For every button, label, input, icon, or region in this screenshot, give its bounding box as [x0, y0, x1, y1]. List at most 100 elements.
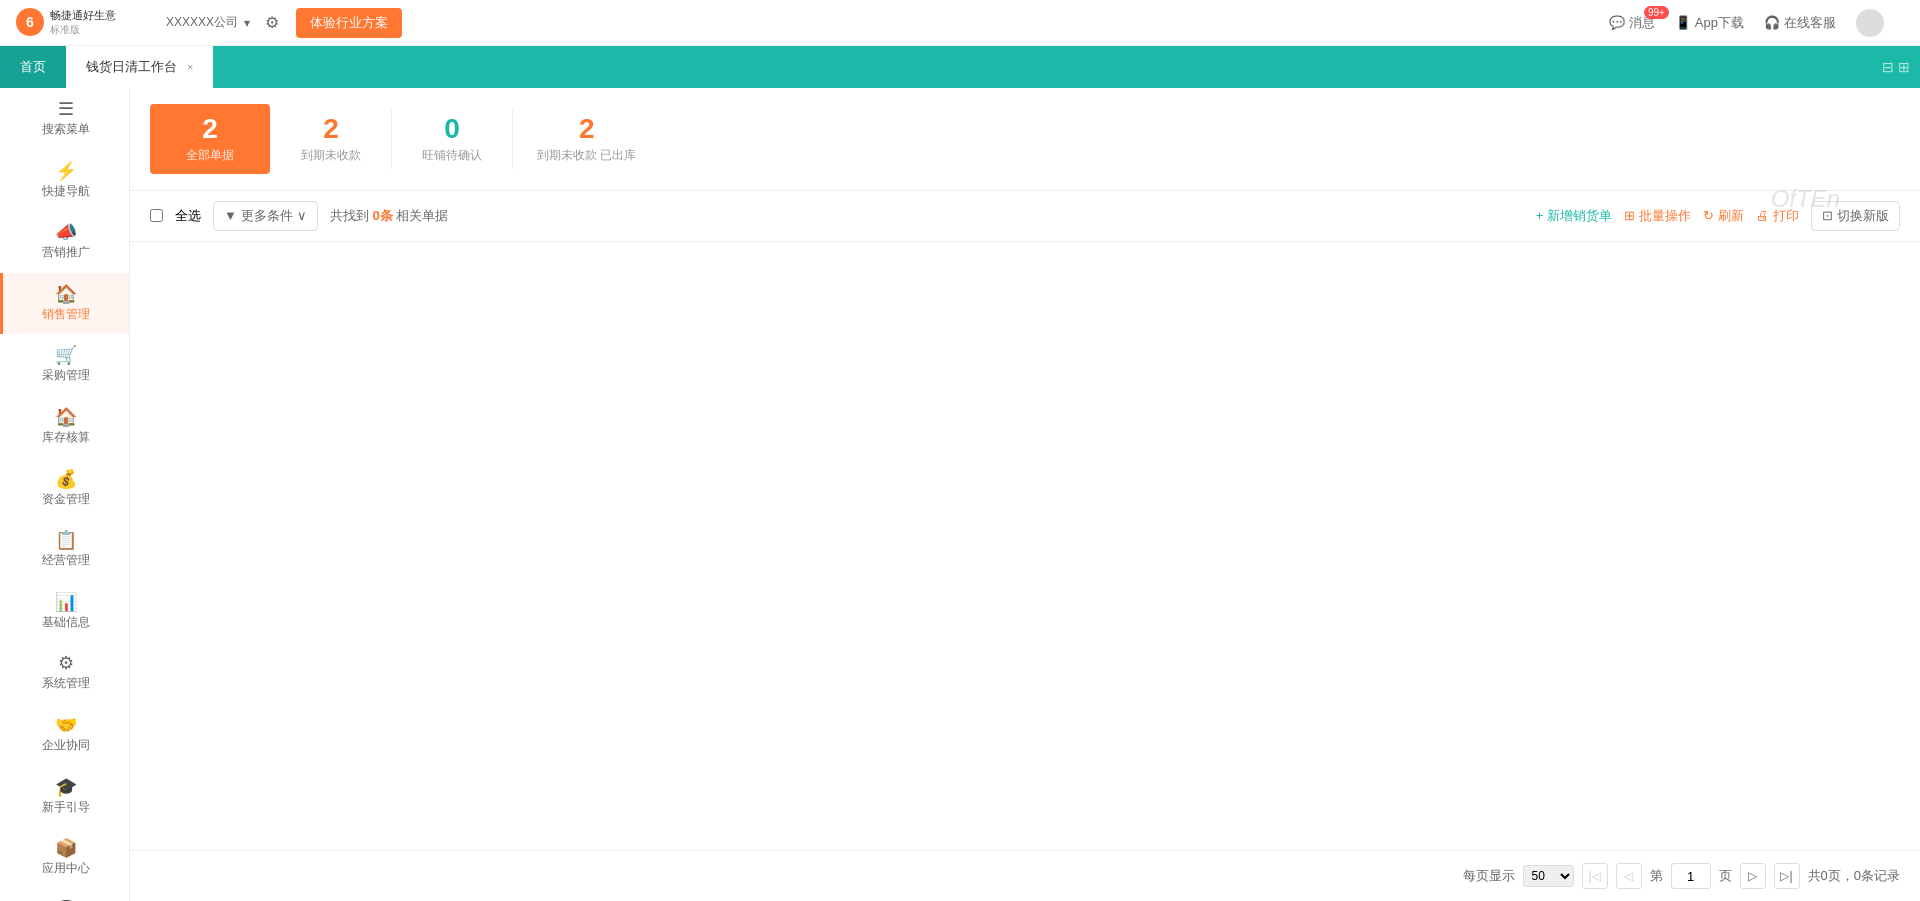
tab-active[interactable]: 钱货日清工作台 ×	[66, 46, 213, 88]
sidebar-item-sales[interactable]: 🏠 销售管理	[0, 273, 129, 335]
sidebar-item-marketing[interactable]: 📣 营销推广	[0, 211, 129, 273]
page-next-button[interactable]: ▷	[1740, 863, 1766, 889]
search-menu-icon: ☰	[58, 100, 74, 118]
logo-icon: 6	[16, 8, 44, 36]
logo-text: 畅捷通好生意 标准版	[50, 8, 116, 36]
message-badge: 99+	[1644, 6, 1669, 19]
online-service-button[interactable]: 🎧 在线客服	[1764, 14, 1836, 32]
batch-label: 批量操作	[1639, 207, 1691, 225]
sidebar-item-wechat[interactable]: 💬 企业微信	[0, 889, 129, 901]
app-icon: 📱	[1675, 15, 1691, 30]
page-first-button[interactable]: |◁	[1582, 863, 1608, 889]
tab-close-icon[interactable]: ×	[187, 61, 193, 73]
sidebar-label-capital: 资金管理	[42, 492, 90, 508]
sidebar-label-cooperation: 企业协同	[42, 738, 90, 754]
filter-button[interactable]: ▼ 更多条件 ∨	[213, 201, 318, 231]
table-area	[130, 242, 1920, 850]
batch-operation-button[interactable]: ⊞ 批量操作	[1624, 207, 1691, 225]
company-selector[interactable]: XXXXXX公司 ▾	[166, 14, 250, 31]
settings-button[interactable]: ⚙	[258, 9, 286, 37]
base-info-icon: 📊	[55, 593, 77, 611]
tab-active-label: 钱货日清工作台	[86, 58, 177, 76]
stat-label-overdue-out: 到期未收款 已出库	[537, 147, 636, 164]
sidebar-item-base-info[interactable]: 📊 基础信息	[0, 581, 129, 643]
sidebar-label-marketing: 营销推广	[42, 245, 90, 261]
sidebar-item-operations[interactable]: 📋 经营管理	[0, 519, 129, 581]
found-prefix: 共找到	[330, 208, 369, 223]
add-sale-order-button[interactable]: + 新增销货单	[1536, 207, 1612, 225]
stat-card-all[interactable]: 2 全部单据	[150, 104, 270, 174]
system-icon: ⚙	[58, 654, 74, 672]
stat-card-pending[interactable]: 0 旺铺待确认	[392, 104, 512, 174]
nav-spacer	[213, 46, 1882, 88]
stat-label-all: 全部单据	[186, 147, 234, 164]
page-input[interactable]	[1671, 863, 1711, 889]
sidebar-item-guide[interactable]: 🎓 新手引导	[0, 766, 129, 828]
refresh-button[interactable]: ↻ 刷新	[1703, 207, 1744, 225]
toolbar-right: + 新增销货单 ⊞ 批量操作 ↻ 刷新 🖨 打印 ⊡ 切换新版	[1536, 201, 1900, 231]
pagination-info: 共0页，0条记录	[1808, 867, 1900, 885]
sidebar-item-cooperation[interactable]: 🤝 企业协同	[0, 704, 129, 766]
tab-minimize-button[interactable]: ⊟	[1882, 59, 1894, 75]
sidebar-label-app-center: 应用中心	[42, 861, 90, 877]
company-dropdown-icon: ▾	[244, 16, 250, 30]
page-label-suffix: 页	[1719, 867, 1732, 885]
capital-icon: 💰	[55, 470, 77, 488]
sidebar-label-base-info: 基础信息	[42, 615, 90, 631]
tab-home[interactable]: 首页	[0, 46, 66, 88]
sidebar-item-capital[interactable]: 💰 资金管理	[0, 458, 129, 520]
sidebar-label-system: 系统管理	[42, 676, 90, 692]
found-count: 0条	[373, 208, 393, 223]
stat-num-overdue-out: 2	[579, 114, 595, 145]
tab-expand-button[interactable]: ⊞	[1898, 59, 1910, 75]
print-button[interactable]: 🖨 打印	[1756, 207, 1799, 225]
nav-tab-controls: ⊟ ⊞	[1882, 46, 1910, 88]
sidebar-item-system[interactable]: ⚙ 系统管理	[0, 642, 129, 704]
app-download-button[interactable]: 📱 App下载	[1675, 14, 1744, 32]
per-page-select[interactable]: 50 10 20 100	[1523, 865, 1574, 887]
main-layout: ☰ 搜索菜单 ⚡ 快捷导航 📣 营销推广 🏠 销售管理 🛒 采购管理 🏠 库存核…	[0, 88, 1920, 901]
print-label: 打印	[1773, 207, 1799, 225]
stat-num-all: 2	[202, 114, 218, 145]
per-page-label: 每页显示	[1463, 867, 1515, 885]
print-icon: 🖨	[1756, 208, 1769, 223]
marketing-icon: 📣	[55, 223, 77, 241]
sidebar-item-purchase[interactable]: 🛒 采购管理	[0, 334, 129, 396]
guide-icon: 🎓	[55, 778, 77, 796]
try-button[interactable]: 体验行业方案	[296, 8, 402, 38]
stat-label-overdue: 到期未收款	[301, 147, 361, 164]
filter-label: 更多条件	[241, 207, 293, 225]
sidebar-label-guide: 新手引导	[42, 800, 90, 816]
select-all-checkbox[interactable]	[150, 209, 163, 222]
filter-dropdown-icon: ∨	[297, 208, 307, 223]
switch-new-version-button[interactable]: ⊡ 切换新版	[1811, 201, 1900, 231]
filter-icon: ▼	[224, 208, 237, 223]
refresh-label: 刷新	[1718, 207, 1744, 225]
sidebar: ☰ 搜索菜单 ⚡ 快捷导航 📣 营销推广 🏠 销售管理 🛒 采购管理 🏠 库存核…	[0, 88, 130, 901]
sidebar-item-quick-nav[interactable]: ⚡ 快捷导航	[0, 150, 129, 212]
app-center-icon: 📦	[55, 839, 77, 857]
page-prev-button[interactable]: ◁	[1616, 863, 1642, 889]
app-label: App下载	[1695, 14, 1744, 32]
sidebar-item-search-menu[interactable]: ☰ 搜索菜单	[0, 88, 129, 150]
sidebar-label-inventory: 库存核算	[42, 430, 90, 446]
pagination: 每页显示 50 10 20 100 |◁ ◁ 第 页 ▷ ▷| 共0页，0条记录	[130, 850, 1920, 901]
avatar[interactable]	[1856, 9, 1884, 37]
message-button[interactable]: 💬 消息 99+	[1609, 14, 1655, 32]
quick-nav-icon: ⚡	[55, 162, 77, 180]
page-last-button[interactable]: ▷|	[1774, 863, 1800, 889]
stat-num-pending: 0	[444, 114, 460, 145]
sidebar-item-inventory[interactable]: 🏠 库存核算	[0, 396, 129, 458]
sidebar-item-app-center[interactable]: 📦 应用中心	[0, 827, 129, 889]
stat-card-overdue-out[interactable]: 2 到期未收款 已出库	[513, 104, 660, 174]
inventory-icon: 🏠	[55, 408, 77, 426]
stat-num-overdue: 2	[323, 114, 339, 145]
stats-bar: 2 全部单据 2 到期未收款 0 旺铺待确认 2 到期未收款 已出库	[130, 88, 1920, 191]
logo-area: 6 畅捷通好生意 标准版	[16, 8, 146, 36]
operations-icon: 📋	[55, 531, 77, 549]
sales-icon: 🏠	[55, 285, 77, 303]
stat-card-overdue[interactable]: 2 到期未收款	[271, 104, 391, 174]
purchase-icon: 🛒	[55, 346, 77, 364]
stat-label-pending: 旺铺待确认	[422, 147, 482, 164]
message-icon: 💬	[1609, 15, 1625, 30]
